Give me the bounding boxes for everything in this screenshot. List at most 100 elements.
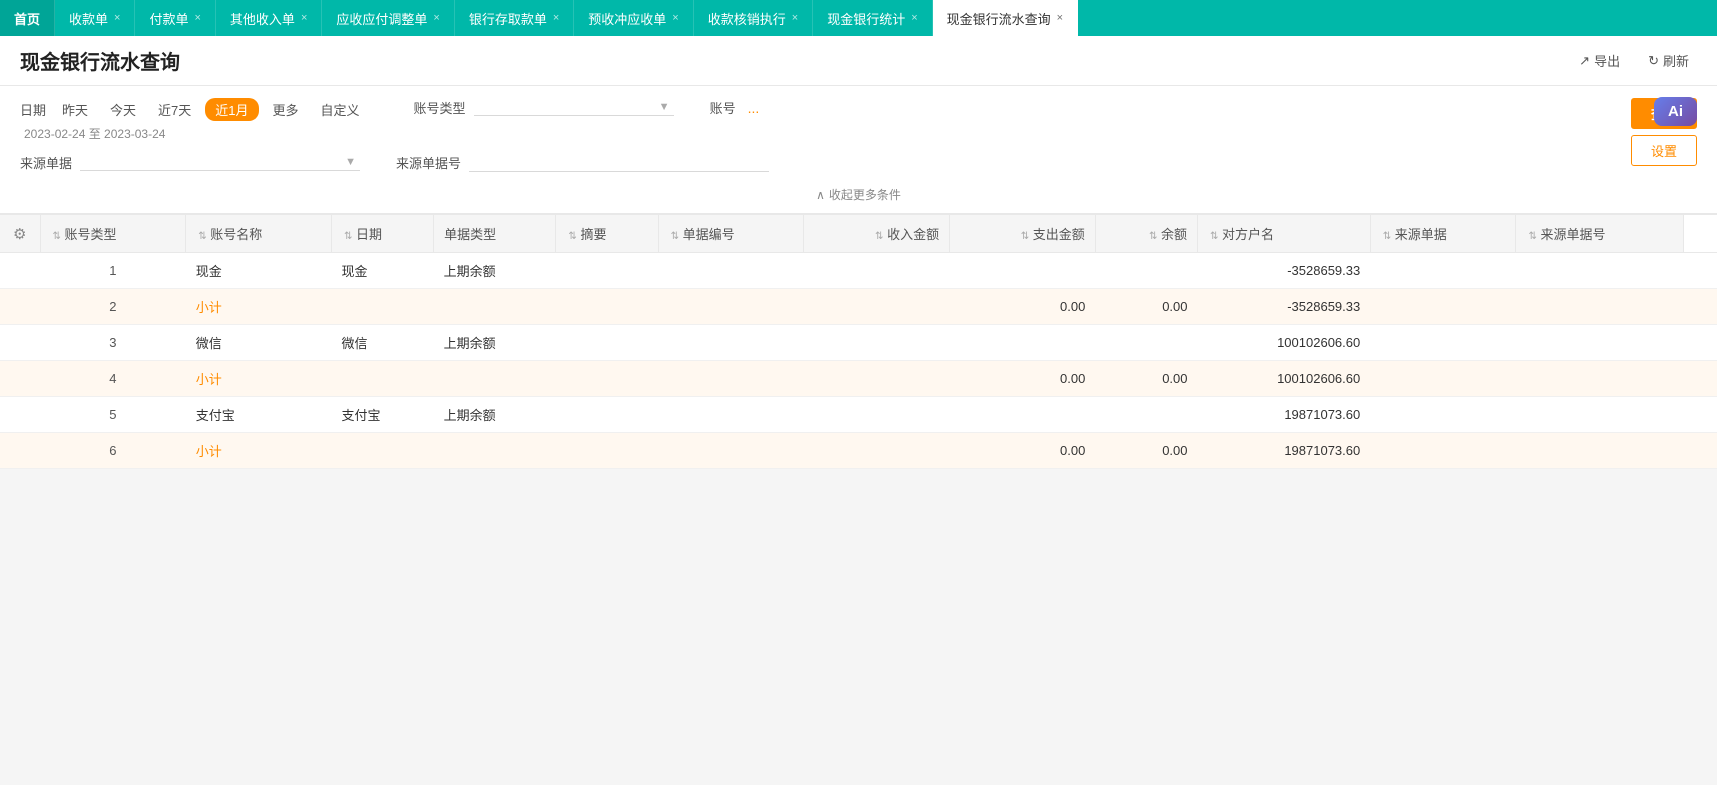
- row-source-doc-no: [1683, 289, 1717, 325]
- row-income: [950, 397, 1096, 433]
- row-account-name: [331, 361, 433, 397]
- nav-tab-yushoudan[interactable]: 预收冲应收单 ×: [574, 0, 693, 36]
- table-row[interactable]: 6小计0.000.0019871073.60: [0, 433, 1717, 469]
- table-row[interactable]: 1现金现金上期余额-3528659.33: [0, 253, 1717, 289]
- row-doc-type: [556, 433, 658, 469]
- row-doc-no: [804, 289, 950, 325]
- col-source-doc[interactable]: ⇅ 来源单据: [1370, 215, 1516, 253]
- settings-button[interactable]: 设置: [1631, 135, 1697, 166]
- dropdown-icon: ▼: [659, 101, 670, 113]
- row-doc-no: [804, 433, 950, 469]
- row-balance: 19871073.60: [1198, 397, 1371, 433]
- date-opt-today[interactable]: 今天: [102, 98, 144, 121]
- close-icon[interactable]: ×: [194, 12, 200, 24]
- col-counterparty[interactable]: ⇅ 对方户名: [1198, 215, 1371, 253]
- source-doc-no-label: 来源单据号: [396, 153, 461, 172]
- col-doc-type[interactable]: 单据类型: [434, 215, 556, 253]
- col-sort-icon: ⇅: [198, 231, 206, 242]
- date-opt-more[interactable]: 更多: [265, 98, 307, 121]
- close-icon[interactable]: ×: [433, 12, 439, 24]
- table-row[interactable]: 4小计0.000.00100102606.60: [0, 361, 1717, 397]
- date-opt-7days[interactable]: 近7天: [150, 98, 199, 121]
- close-icon[interactable]: ×: [792, 12, 798, 24]
- close-icon[interactable]: ×: [1057, 12, 1063, 24]
- date-range-display: 2023-02-24 至 2023-03-24: [24, 127, 165, 141]
- col-date[interactable]: ⇅ 日期: [331, 215, 433, 253]
- page-title: 现金银行流水查询: [20, 46, 180, 75]
- col-expense[interactable]: ⇅ 支出金额: [950, 215, 1096, 253]
- row-account-type: 支付宝: [186, 397, 332, 433]
- col-account-type[interactable]: ⇅ 账号类型: [40, 215, 186, 253]
- settings-col-header[interactable]: ⚙: [0, 215, 40, 253]
- nav-tab-yingshoutiaozheng[interactable]: 应收应付调整单 ×: [322, 0, 454, 36]
- top-nav: 首页 收款单 × 付款单 × 其他收入单 × 应收应付调整单 × 银行存取款单 …: [0, 0, 1717, 36]
- collapse-bar[interactable]: ∧ 收起更多条件: [20, 182, 1697, 205]
- nav-tab-fukudan[interactable]: 付款单 ×: [135, 0, 215, 36]
- col-label: 来源单据: [1395, 227, 1447, 242]
- col-account-name[interactable]: ⇅ 账号名称: [186, 215, 332, 253]
- col-income[interactable]: ⇅ 收入金额: [804, 215, 950, 253]
- table-settings-icon[interactable]: ⚙: [13, 226, 26, 243]
- row-balance: -3528659.33: [1198, 289, 1371, 325]
- date-opt-yesterday[interactable]: 昨天: [54, 98, 96, 121]
- refresh-button[interactable]: ↻ 刷新: [1640, 47, 1697, 74]
- account-no-ellipsis[interactable]: ...: [744, 100, 764, 116]
- close-icon[interactable]: ×: [553, 12, 559, 24]
- table-row[interactable]: 5支付宝支付宝上期余额19871073.60: [0, 397, 1717, 433]
- col-balance[interactable]: ⇅ 余额: [1095, 215, 1197, 253]
- date-filter-label: 日期: [20, 100, 46, 119]
- col-label: 日期: [356, 227, 382, 242]
- row-source-doc: [1516, 397, 1684, 433]
- source-doc-no-input[interactable]: [469, 152, 769, 172]
- table-row[interactable]: 3微信微信上期余额100102606.60: [0, 325, 1717, 361]
- table-row[interactable]: 2小计0.000.00-3528659.33: [0, 289, 1717, 325]
- date-opt-1month[interactable]: 近1月: [205, 98, 258, 121]
- row-summary: [658, 325, 804, 361]
- row-settings-cell: [0, 325, 40, 361]
- row-date: 上期余额: [434, 253, 556, 289]
- close-icon[interactable]: ×: [114, 12, 120, 24]
- nav-tab-label: 现金银行统计: [827, 9, 905, 28]
- table-header-row: ⚙ ⇅ 账号类型 ⇅ 账号名称 ⇅ 日期 单据类型 ⇅: [0, 215, 1717, 253]
- row-expense: 0.00: [1095, 289, 1197, 325]
- row-account-name: [331, 289, 433, 325]
- close-icon[interactable]: ×: [911, 12, 917, 24]
- source-doc-select[interactable]: ▼: [80, 154, 360, 171]
- row-settings-cell: [0, 289, 40, 325]
- nav-home[interactable]: 首页: [0, 0, 55, 36]
- col-source-doc-no[interactable]: ⇅ 来源单据号: [1516, 215, 1684, 253]
- col-sort-icon: ⇅: [1021, 231, 1029, 242]
- nav-tab-liushui[interactable]: 现金银行流水查询 ×: [933, 0, 1078, 36]
- row-doc-type: [556, 289, 658, 325]
- nav-home-label: 首页: [14, 9, 40, 28]
- col-sort-icon: ⇅: [344, 231, 352, 242]
- export-icon: ↗: [1579, 53, 1590, 69]
- row-source-doc-no: [1683, 397, 1717, 433]
- row-source-doc: [1516, 325, 1684, 361]
- table-wrapper: ⚙ ⇅ 账号类型 ⇅ 账号名称 ⇅ 日期 单据类型 ⇅: [0, 214, 1717, 469]
- col-summary[interactable]: ⇅ 摘要: [556, 215, 658, 253]
- nav-tab-shoudan[interactable]: 收款单 ×: [55, 0, 135, 36]
- row-doc-type: [556, 325, 658, 361]
- row-counterparty: [1370, 397, 1516, 433]
- account-type-select[interactable]: ▼: [474, 99, 674, 116]
- row-source-doc-no: [1683, 361, 1717, 397]
- nav-tab-hexiaozhixing[interactable]: 收款核销执行 ×: [694, 0, 813, 36]
- col-sort-icon: ⇅: [53, 231, 61, 242]
- date-opt-custom[interactable]: 自定义: [313, 98, 368, 121]
- close-icon[interactable]: ×: [672, 12, 678, 24]
- row-summary: [658, 361, 804, 397]
- row-source-doc: [1516, 253, 1684, 289]
- row-index: 1: [40, 253, 186, 289]
- nav-tab-label: 其他收入单: [230, 9, 295, 28]
- nav-tab-qitashouru[interactable]: 其他收入单 ×: [216, 0, 322, 36]
- nav-tab-yinhangcunqu[interactable]: 银行存取款单 ×: [455, 0, 574, 36]
- close-icon[interactable]: ×: [301, 12, 307, 24]
- nav-tab-tongji[interactable]: 现金银行统计 ×: [813, 0, 932, 36]
- ai-badge[interactable]: Ai: [1654, 97, 1697, 126]
- refresh-icon: ↻: [1648, 53, 1659, 69]
- export-button[interactable]: ↗ 导出: [1571, 47, 1628, 74]
- col-doc-no[interactable]: ⇅ 单据编号: [658, 215, 804, 253]
- row-income: [950, 325, 1096, 361]
- row-expense: [1095, 325, 1197, 361]
